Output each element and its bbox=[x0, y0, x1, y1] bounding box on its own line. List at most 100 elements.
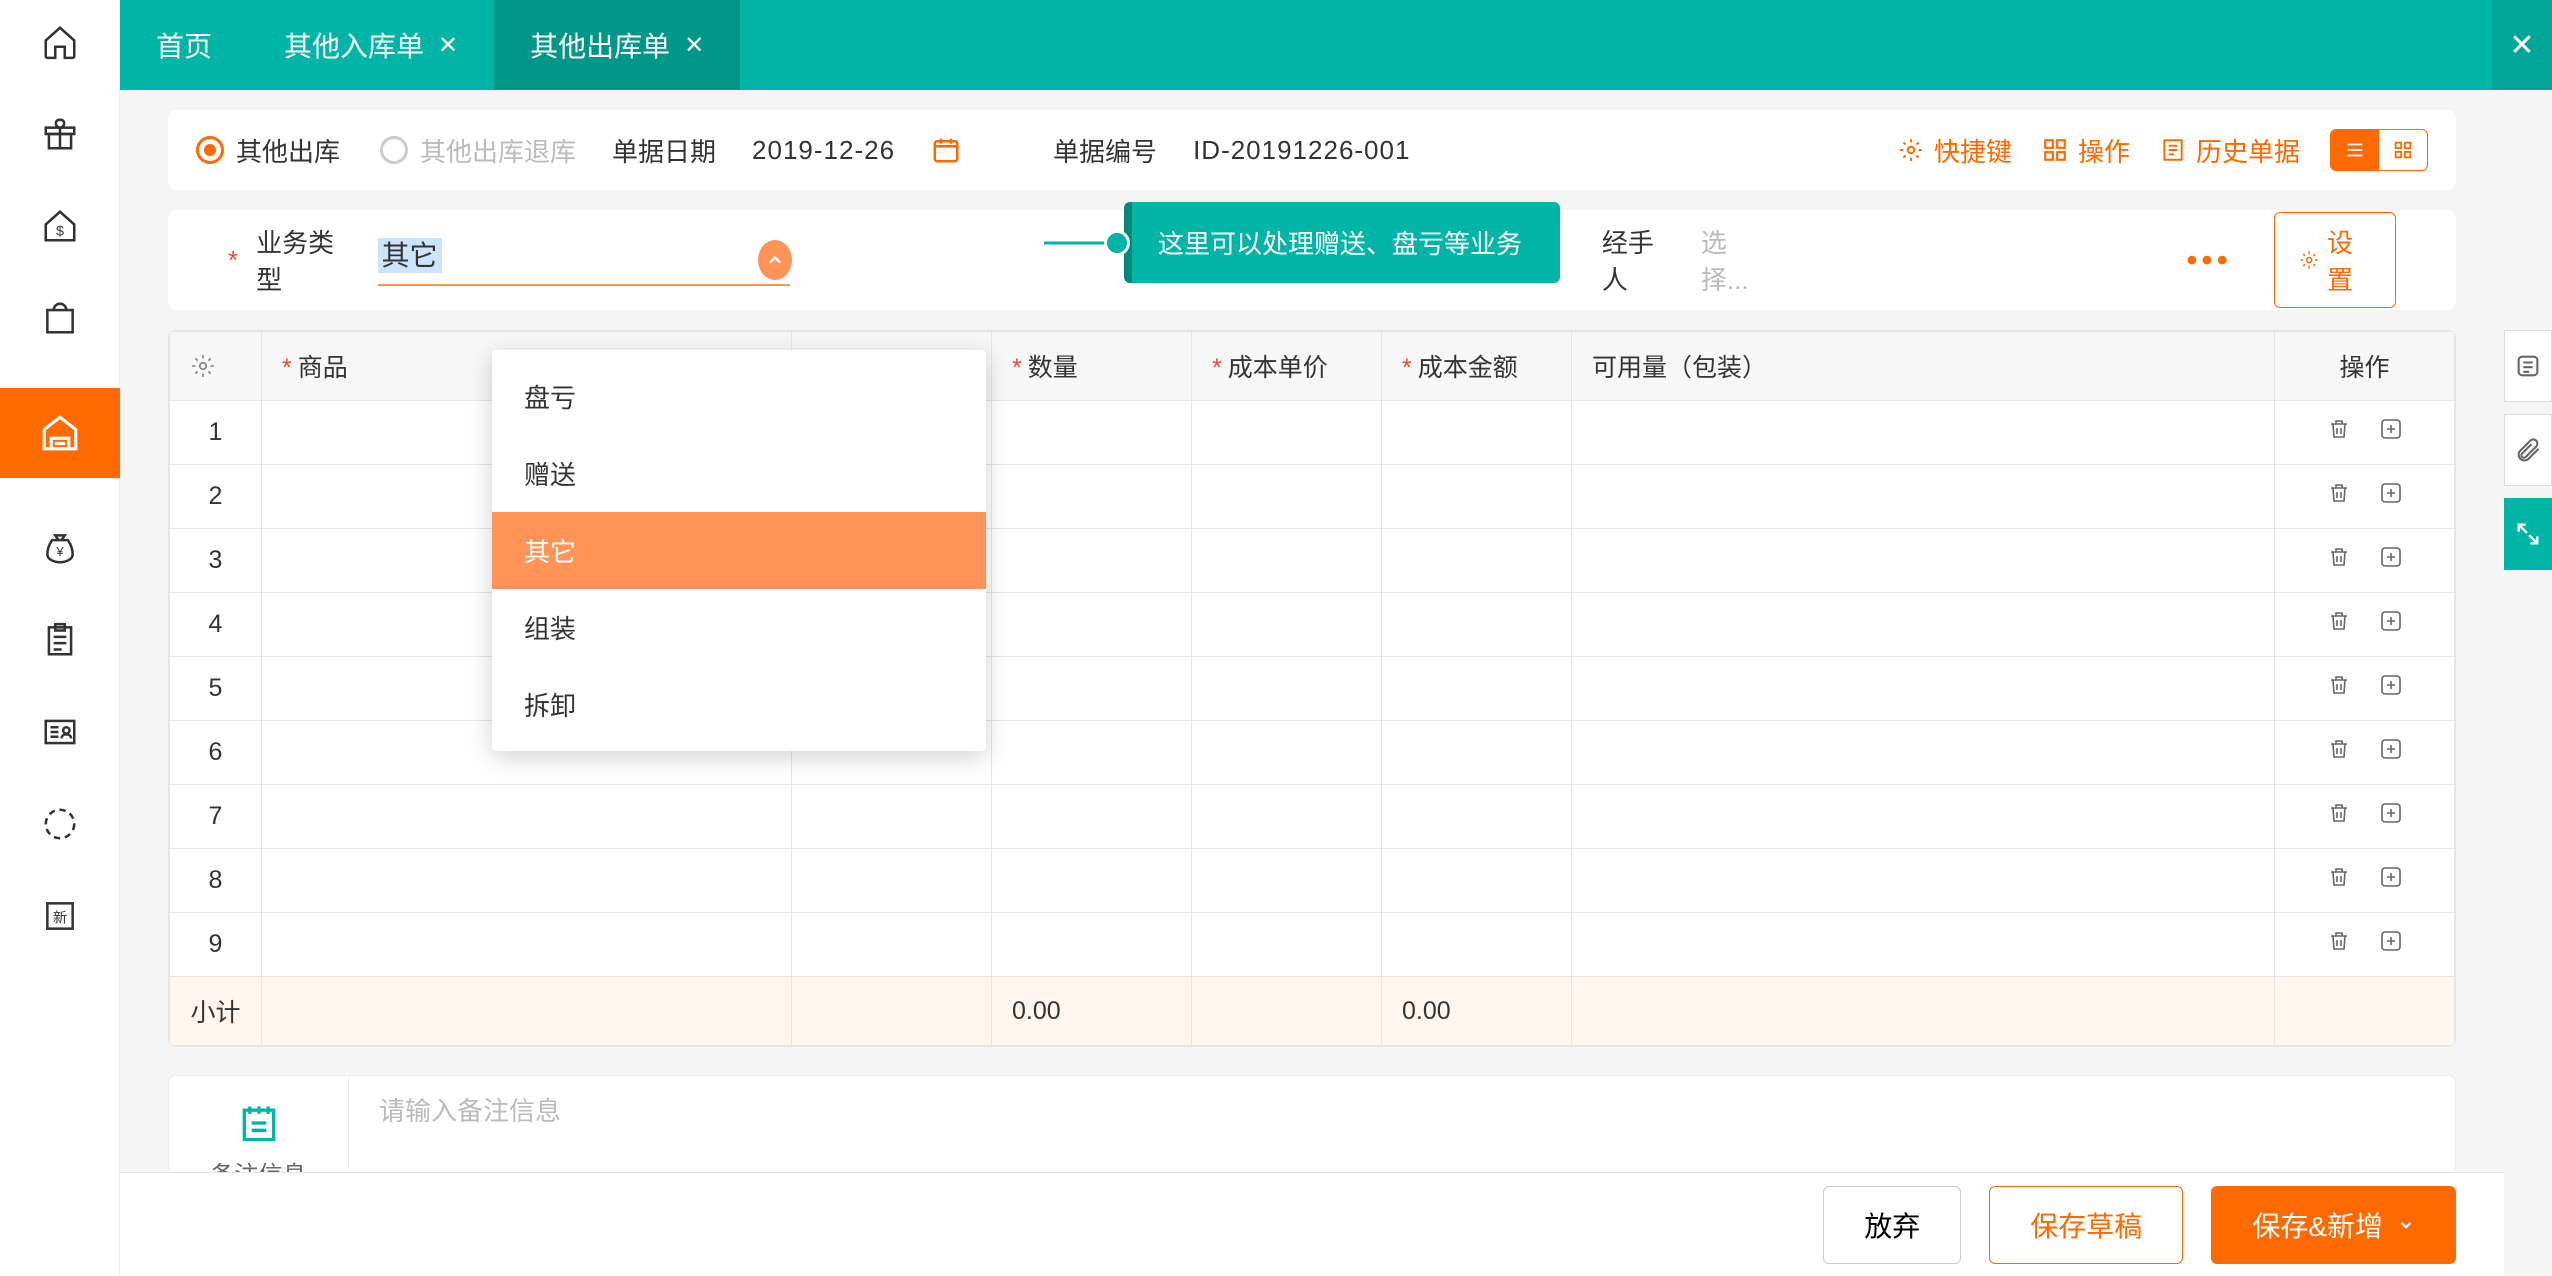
row-index: 2 bbox=[170, 465, 262, 529]
dropdown-option[interactable]: 盘亏 bbox=[492, 358, 986, 435]
nav-sync-icon[interactable] bbox=[38, 802, 82, 846]
add-row-icon[interactable] bbox=[2379, 929, 2403, 953]
delete-icon[interactable] bbox=[2327, 545, 2351, 569]
order-id-value: ID-20191226-001 bbox=[1193, 135, 1410, 166]
row-index: 3 bbox=[170, 529, 262, 593]
save-new-label: 保存&新增 bbox=[2252, 1205, 2383, 1245]
table-row[interactable]: 8 bbox=[170, 849, 2455, 913]
dropdown-option-selected[interactable]: 其它 bbox=[492, 512, 986, 589]
add-row-icon[interactable] bbox=[2379, 417, 2403, 441]
table-row[interactable]: 9 bbox=[170, 913, 2455, 977]
add-row-icon[interactable] bbox=[2379, 801, 2403, 825]
row-index: 5 bbox=[170, 657, 262, 721]
tab-inbound[interactable]: 其他入库单✕ bbox=[248, 0, 494, 90]
dropdown-option[interactable]: 赠送 bbox=[492, 435, 986, 512]
nav-clipboard-icon[interactable] bbox=[38, 618, 82, 662]
nav-bag-icon[interactable] bbox=[38, 296, 82, 340]
view-grid-icon[interactable] bbox=[2379, 130, 2427, 170]
settings-label: 设置 bbox=[2327, 223, 2371, 297]
tab-bar: 首页 其他入库单✕ 其他出库单 ✕ ✕ bbox=[120, 0, 2552, 90]
chevron-down-icon bbox=[2397, 1216, 2415, 1234]
order-id-label: 单据编号 bbox=[1053, 132, 1157, 169]
main-content: 其他出库 其他出库退库 单据日期 2019-12-26 单据编号 ID-2019… bbox=[120, 90, 2504, 1276]
left-nav: $ ¥ 新 bbox=[0, 0, 120, 1276]
more-icon[interactable]: ••• bbox=[2156, 242, 2262, 279]
radio-dot-icon bbox=[196, 136, 224, 164]
nav-idcard-icon[interactable] bbox=[38, 710, 82, 754]
col-gear[interactable] bbox=[170, 332, 262, 401]
nav-warehouse-active[interactable] bbox=[0, 388, 120, 478]
add-row-icon[interactable] bbox=[2379, 865, 2403, 889]
tab-bar-close-button[interactable]: ✕ bbox=[2492, 0, 2552, 90]
calendar-icon[interactable] bbox=[931, 135, 961, 165]
order-toolbar: 其他出库 其他出库退库 单据日期 2019-12-26 单据编号 ID-2019… bbox=[168, 110, 2456, 190]
biz-type-dropdown: 盘亏 赠送 其它 组装 拆卸 bbox=[492, 350, 986, 751]
remarks-input[interactable] bbox=[379, 1096, 2425, 1127]
rail-notes-icon[interactable] bbox=[2504, 330, 2552, 402]
delete-icon[interactable] bbox=[2327, 673, 2351, 697]
handler-label: 经手人 bbox=[1602, 223, 1669, 297]
row-index: 8 bbox=[170, 849, 262, 913]
col-price: *成本单价 bbox=[1192, 332, 1382, 401]
delete-icon[interactable] bbox=[2327, 929, 2351, 953]
col-amount: *成本金额 bbox=[1382, 332, 1572, 401]
filter-bar: * 业务类型 其它 这里可以处理赠送、盘亏等业务 ••• 经手人 选择... •… bbox=[168, 210, 2456, 310]
tab-outbound-active[interactable]: 其他出库单 ✕ bbox=[494, 0, 740, 90]
nav-gift-icon[interactable] bbox=[38, 112, 82, 156]
delete-icon[interactable] bbox=[2327, 737, 2351, 761]
add-row-icon[interactable] bbox=[2379, 673, 2403, 697]
discard-button[interactable]: 放弃 bbox=[1823, 1186, 1961, 1264]
radio-dot-icon bbox=[380, 136, 408, 164]
nav-home-icon[interactable] bbox=[38, 20, 82, 64]
table-row[interactable]: 7 bbox=[170, 785, 2455, 849]
biz-type-label: 业务类型 bbox=[256, 223, 345, 297]
history-button[interactable]: 历史单据 bbox=[2160, 132, 2300, 169]
col-qty: *数量 bbox=[992, 332, 1192, 401]
col-avail: 可用量（包装） bbox=[1572, 332, 2275, 401]
row-index: 7 bbox=[170, 785, 262, 849]
delete-icon[interactable] bbox=[2327, 865, 2351, 889]
dropdown-option[interactable]: 拆卸 bbox=[492, 666, 986, 743]
biz-type-select[interactable]: 其它 bbox=[378, 234, 790, 286]
chevron-up-icon[interactable] bbox=[758, 240, 792, 280]
add-row-icon[interactable] bbox=[2379, 737, 2403, 761]
add-row-icon[interactable] bbox=[2379, 481, 2403, 505]
tab-home[interactable]: 首页 bbox=[120, 0, 248, 90]
row-index: 4 bbox=[170, 593, 262, 657]
rail-expand-icon[interactable] bbox=[2504, 498, 2552, 570]
row-index: 9 bbox=[170, 913, 262, 977]
delete-icon[interactable] bbox=[2327, 481, 2351, 505]
delete-icon[interactable] bbox=[2327, 609, 2351, 633]
close-icon[interactable]: ✕ bbox=[684, 31, 704, 60]
save-new-button[interactable]: 保存&新增 bbox=[2211, 1186, 2456, 1264]
row-index: 1 bbox=[170, 401, 262, 465]
rail-attach-icon[interactable] bbox=[2504, 414, 2552, 486]
shortcut-button[interactable]: 快捷键 bbox=[1898, 132, 2012, 169]
operations-button[interactable]: 操作 bbox=[2042, 132, 2130, 169]
nav-new-icon[interactable]: 新 bbox=[38, 894, 82, 938]
date-label: 单据日期 bbox=[612, 132, 716, 169]
view-list-icon[interactable] bbox=[2331, 130, 2379, 170]
delete-icon[interactable] bbox=[2327, 801, 2351, 825]
handler-select[interactable]: 选择... bbox=[1701, 223, 1764, 297]
radio-outbound[interactable]: 其他出库 bbox=[196, 132, 340, 169]
radio-return[interactable]: 其他出库退库 bbox=[380, 132, 576, 169]
tab-label: 其他出库单 bbox=[530, 25, 670, 65]
nav-moneybag-icon[interactable]: ¥ bbox=[38, 526, 82, 570]
close-icon[interactable]: ✕ bbox=[438, 31, 458, 60]
dropdown-option[interactable]: 组装 bbox=[492, 589, 986, 666]
operations-label: 操作 bbox=[2078, 132, 2130, 169]
toolbar-right: 快捷键 操作 历史单据 bbox=[1898, 129, 2428, 171]
subtotal-row: 小计 0.00 0.00 bbox=[170, 977, 2455, 1046]
required-icon: * bbox=[228, 245, 238, 276]
radio-group-type: 其他出库 其他出库退库 bbox=[196, 132, 576, 169]
subtotal-label: 小计 bbox=[170, 977, 262, 1046]
add-row-icon[interactable] bbox=[2379, 609, 2403, 633]
save-draft-button[interactable]: 保存草稿 bbox=[1989, 1186, 2183, 1264]
add-row-icon[interactable] bbox=[2379, 545, 2403, 569]
nav-money-home-icon[interactable]: $ bbox=[38, 204, 82, 248]
history-label: 历史单据 bbox=[2196, 132, 2300, 169]
date-value: 2019-12-26 bbox=[752, 135, 895, 166]
settings-button[interactable]: 设置 bbox=[2274, 212, 2396, 308]
delete-icon[interactable] bbox=[2327, 417, 2351, 441]
